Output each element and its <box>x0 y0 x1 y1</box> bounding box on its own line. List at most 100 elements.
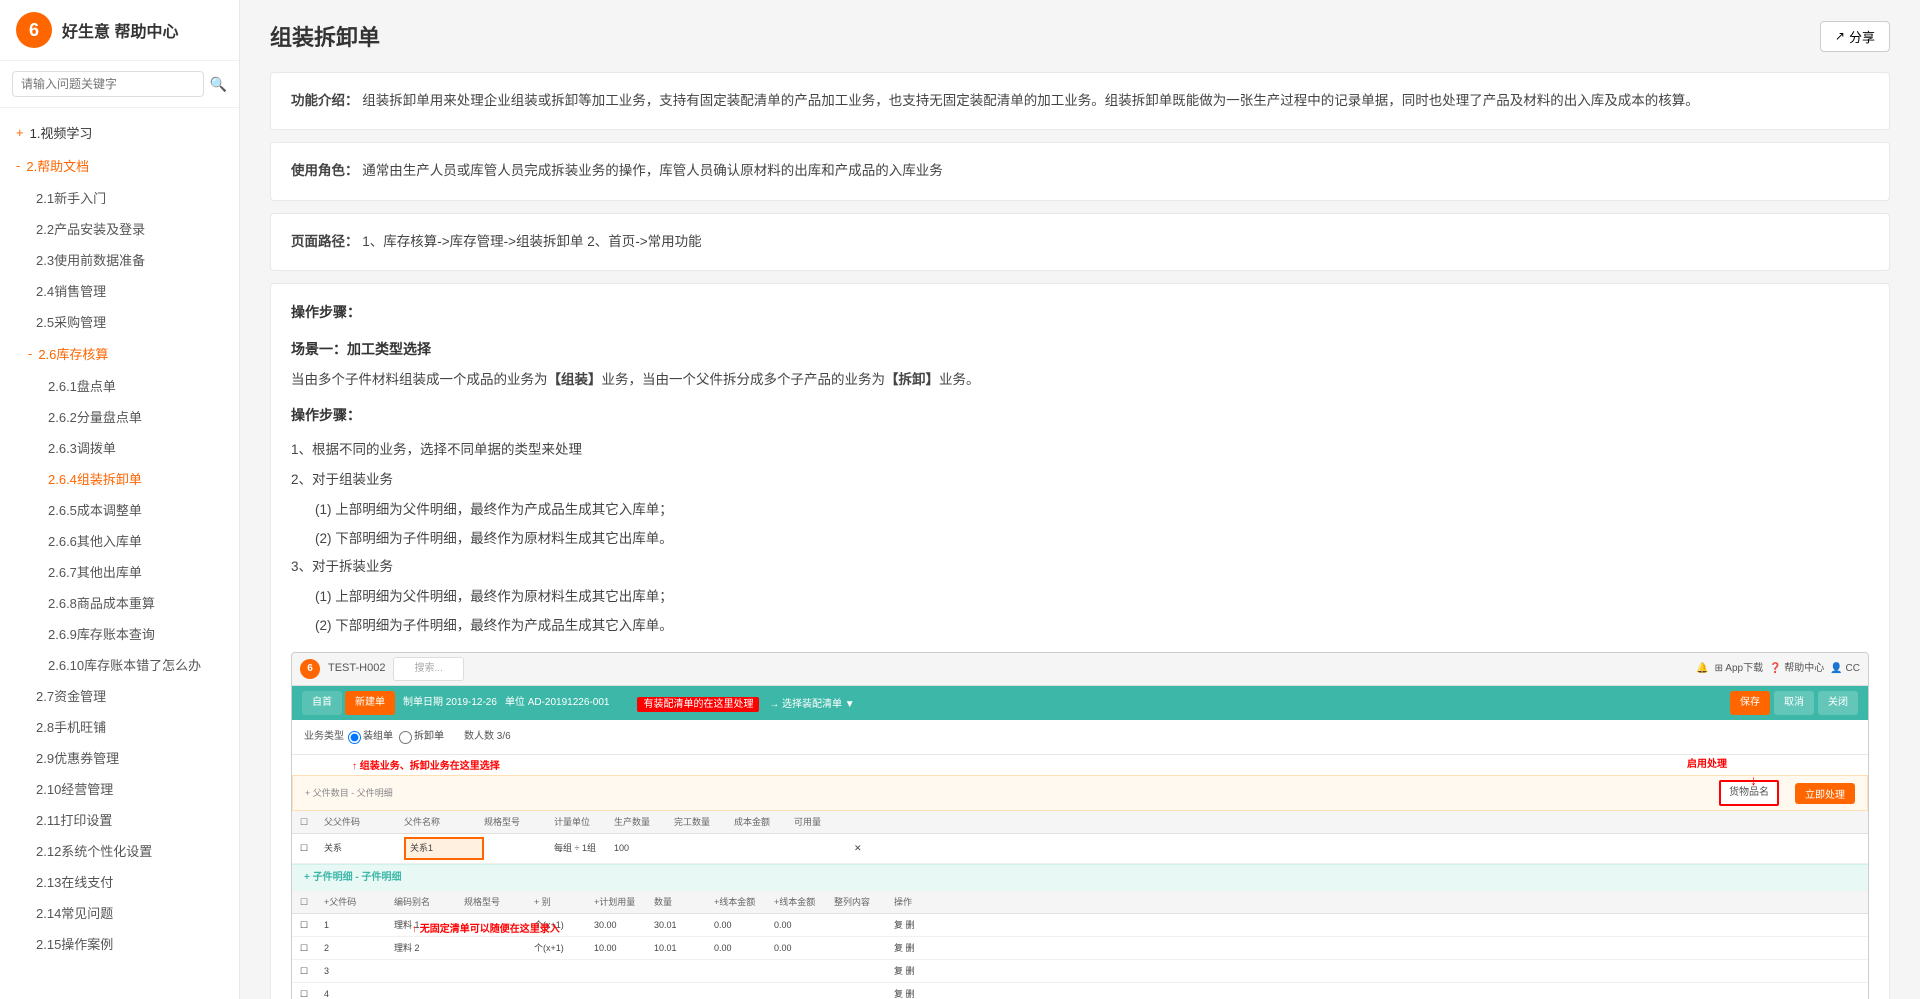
lcol-cost2: +线本金额 <box>774 894 834 910</box>
col-check: ☐ <box>300 814 324 830</box>
ss-save-btn: 保存 <box>1730 691 1770 715</box>
sidebar-item-2.6[interactable]: - 2.6库存核算 <box>0 337 239 370</box>
ss-search-box: 搜索... <box>393 657 463 681</box>
ss-form-type: 业务类型 装组单 拆卸单 <box>304 728 444 746</box>
step-2-2: (2) 下部明细为子件明细，最终作为原材料生成其它出库单。 <box>315 527 1869 551</box>
sidebar-item-2.1[interactable]: 2.1新手入门 <box>0 182 239 213</box>
ss-app-id: TEST-H002 <box>328 659 385 679</box>
scene1-desc: 当由多个子件材料组装成一个成品的业务为【组装】业务，当由一个父件拆分成多个子产品… <box>291 368 1869 392</box>
sidebar-item-docs[interactable]: - 2.帮助文档 <box>0 149 239 182</box>
col-spec: 规格型号 <box>484 814 554 830</box>
col-parent-name: 父件名称 <box>404 814 484 830</box>
function-intro-card: 功能介绍： 组装拆卸单用来处理企业组装或拆卸等加工业务，支持有固定装配清单的产品… <box>270 72 1890 130</box>
lcol-unit: + 别 <box>534 894 594 910</box>
screenshot-container: 6 TEST-H002 搜索... 🔔 ⊞ App下载 ❓ 帮助中心 👤 CC <box>291 652 1869 999</box>
nav-group-docs: - 2.帮助文档 2.1新手入门 2.2产品安装及登录 2.3使用前数据准备 2… <box>0 149 239 959</box>
search-icon[interactable]: 🔍 <box>210 76 227 93</box>
col-parent-code: 父父件码 <box>324 814 404 830</box>
sidebar-item-2.6.10[interactable]: 2.6.10库存账本错了怎么办 <box>0 649 239 680</box>
annotation3-arrow: ↓ <box>1750 768 1757 793</box>
nav-group-video: + 1.视频学习 <box>0 116 239 149</box>
ss-lower-row-2: ☐ 2 理料 2 个(x+1) 10.00 10.01 0.00 0.00 复 … <box>292 937 1868 960</box>
ss-bell-icon: 🔔 <box>1696 660 1708 678</box>
lcol-qty: 数量 <box>654 894 714 910</box>
row-name-input[interactable]: 关系1 <box>404 837 484 859</box>
sidebar-item-2.15[interactable]: 2.15操作案例 <box>0 928 239 959</box>
sidebar-item-2.6.8[interactable]: 2.6.8商品成本重算 <box>0 587 239 618</box>
ss-lower-table: ☐ +父件码 编码别名 规格型号 + 别 +计划用量 数量 +线本金额 +线本金… <box>292 891 1868 999</box>
ss-left-nav: 自首 新建单 <box>302 691 395 715</box>
col-prod-qty: 生产数量 <box>614 814 674 830</box>
ss-date-area: 制单日期 2019-12-26 <box>403 694 497 712</box>
sidebar-title: 好生意 帮助中心 <box>62 18 178 42</box>
sidebar-item-2.6.2[interactable]: 2.6.2分量盘点单 <box>0 401 239 432</box>
ss-section-bar: + 父件数目 - 父件明细 启用处理 ↓ 货物品名 立即处理 <box>292 775 1868 811</box>
role-card: 使用角色： 通常由生产人员或库管人员完成拆装业务的操作，库管人员确认原材料的出库… <box>270 142 1890 200</box>
search-box: 🔍 <box>0 61 239 108</box>
share-button[interactable]: ↗ 分享 <box>1820 21 1890 52</box>
sidebar-item-2.14[interactable]: 2.14常见问题 <box>0 897 239 928</box>
ss-process-btn-box: 货物品名 <box>1719 780 1779 806</box>
sidebar-item-2.5[interactable]: 2.5采购管理 <box>0 306 239 337</box>
sidebar-item-2.4[interactable]: 2.4销售管理 <box>0 275 239 306</box>
sidebar-item-2.7[interactable]: 2.7资金管理 <box>0 680 239 711</box>
sidebar-nav: + 1.视频学习 - 2.帮助文档 2.1新手入门 2.2产品安装及登录 2.3… <box>0 108 239 999</box>
sidebar-item-video[interactable]: + 1.视频学习 <box>0 116 239 149</box>
sidebar-item-2.8[interactable]: 2.8手机旺铺 <box>0 711 239 742</box>
sidebar-item-2.3[interactable]: 2.3使用前数据准备 <box>0 244 239 275</box>
ss-radio-disassemble-input[interactable] <box>399 731 412 744</box>
lcol-ops: 操作 <box>894 894 924 910</box>
ss-radio-assemble-input[interactable] <box>348 731 361 744</box>
sidebar-item-2.6.9[interactable]: 2.6.9库存账本查询 <box>0 618 239 649</box>
lcol-code: +父件码 <box>324 894 394 910</box>
ss-grid-icon: ⊞ App下载 <box>1715 660 1763 678</box>
scene1-title: 场景一：加工类型选择 <box>291 337 1869 362</box>
ss-topbar: 6 TEST-H002 搜索... 🔔 ⊞ App下载 ❓ 帮助中心 👤 CC <box>292 653 1868 686</box>
sidebar-item-2.12[interactable]: 2.12系统个性化设置 <box>0 835 239 866</box>
role-label: 使用角色： <box>291 163 359 178</box>
lcol-spec: 规格型号 <box>464 894 534 910</box>
ss-upper-row-1: ☐ 关系 关系1 每组 ÷ 1组 100 ✕ <box>292 834 1868 863</box>
ss-section-label: + 父件数目 - 父件明细 <box>305 785 393 801</box>
minus-icon-2.6: - <box>28 346 32 361</box>
ss-process-btn: → 选择装配清单 ▼ <box>769 699 854 710</box>
sidebar-item-2.6.1[interactable]: 2.6.1盘点单 <box>0 370 239 401</box>
ss-tab-new: 新建单 <box>345 691 395 715</box>
sub-items-2.6: 2.6.1盘点单 2.6.2分量盘点单 2.6.3调拨单 2.6.4组装拆卸单 … <box>0 370 239 680</box>
plus-icon: + <box>16 125 24 140</box>
col-available: 可用量 <box>794 814 854 830</box>
ss-cancel-btn: 取消 <box>1774 691 1814 715</box>
share-icon: ↗ <box>1835 29 1845 43</box>
ss-form-count: 数人数 3/6 <box>464 728 511 746</box>
step-1: 1、根据不同的业务，选择不同单据的类型来处理 <box>291 438 1869 462</box>
ss-search-area: 搜索... <box>393 657 463 681</box>
annotation2-spacer <box>292 755 1868 775</box>
ss-lower-row-3: ☐ 3 复 删 <box>292 960 1868 983</box>
col-unit: 计量单位 <box>554 814 614 830</box>
sidebar-item-2.6.4[interactable]: 2.6.4组装拆卸单 <box>0 463 239 494</box>
sidebar-item-2.6.6[interactable]: 2.6.6其他入库单 <box>0 525 239 556</box>
ss-top-icons: 🔔 ⊞ App下载 ❓ 帮助中心 👤 CC <box>1696 660 1860 678</box>
sidebar-item-2.6.7[interactable]: 2.6.7其他出库单 <box>0 556 239 587</box>
step-3-2: (2) 下部明细为子件明细，最终作为产成品生成其它入库单。 <box>315 614 1869 638</box>
sidebar-item-2.2[interactable]: 2.2产品安装及登录 <box>0 213 239 244</box>
ss-upper-table-header: ☐ 父父件码 父件名称 规格型号 计量单位 生产数量 完工数量 成本金额 可用量 <box>292 811 1868 834</box>
sub-steps-3: (1) 上部明细为父件明细，最终作为原材料生成其它出库单； (2) 下部明细为子… <box>291 585 1869 638</box>
ss-type-label: 业务类型 <box>304 728 344 746</box>
sidebar-item-2.10[interactable]: 2.10经营管理 <box>0 773 239 804</box>
main-content: 组装拆卸单 ↗ 分享 功能介绍： 组装拆卸单用来处理企业组装或拆卸等加工业务，支… <box>240 0 1920 999</box>
step-2-1: (1) 上部明细为父件明细，最终作为产成品生成其它入库单； <box>315 498 1869 522</box>
sidebar-item-2.6.5[interactable]: 2.6.5成本调整单 <box>0 494 239 525</box>
ss-process-area: 启用处理 ↓ 货物品名 立即处理 <box>1719 780 1855 806</box>
ss-help-icon: ❓ 帮助中心 <box>1769 660 1824 678</box>
sidebar-item-2.11[interactable]: 2.11打印设置 <box>0 804 239 835</box>
sidebar-item-2.13[interactable]: 2.13在线支付 <box>0 866 239 897</box>
sidebar-item-2.9[interactable]: 2.9优惠券管理 <box>0 742 239 773</box>
ss-right-btns: 保存 取消 关闭 <box>1730 691 1858 715</box>
ss-count-label: 数人数 3/6 <box>464 728 511 746</box>
minus-icon: - <box>16 158 20 173</box>
sidebar-item-2.6.3[interactable]: 2.6.3调拨单 <box>0 432 239 463</box>
ss-add-row-btn[interactable]: 立即处理 <box>1795 783 1855 804</box>
search-input[interactable] <box>12 71 204 97</box>
ops-steps-title: 操作步骤： <box>291 403 1869 428</box>
